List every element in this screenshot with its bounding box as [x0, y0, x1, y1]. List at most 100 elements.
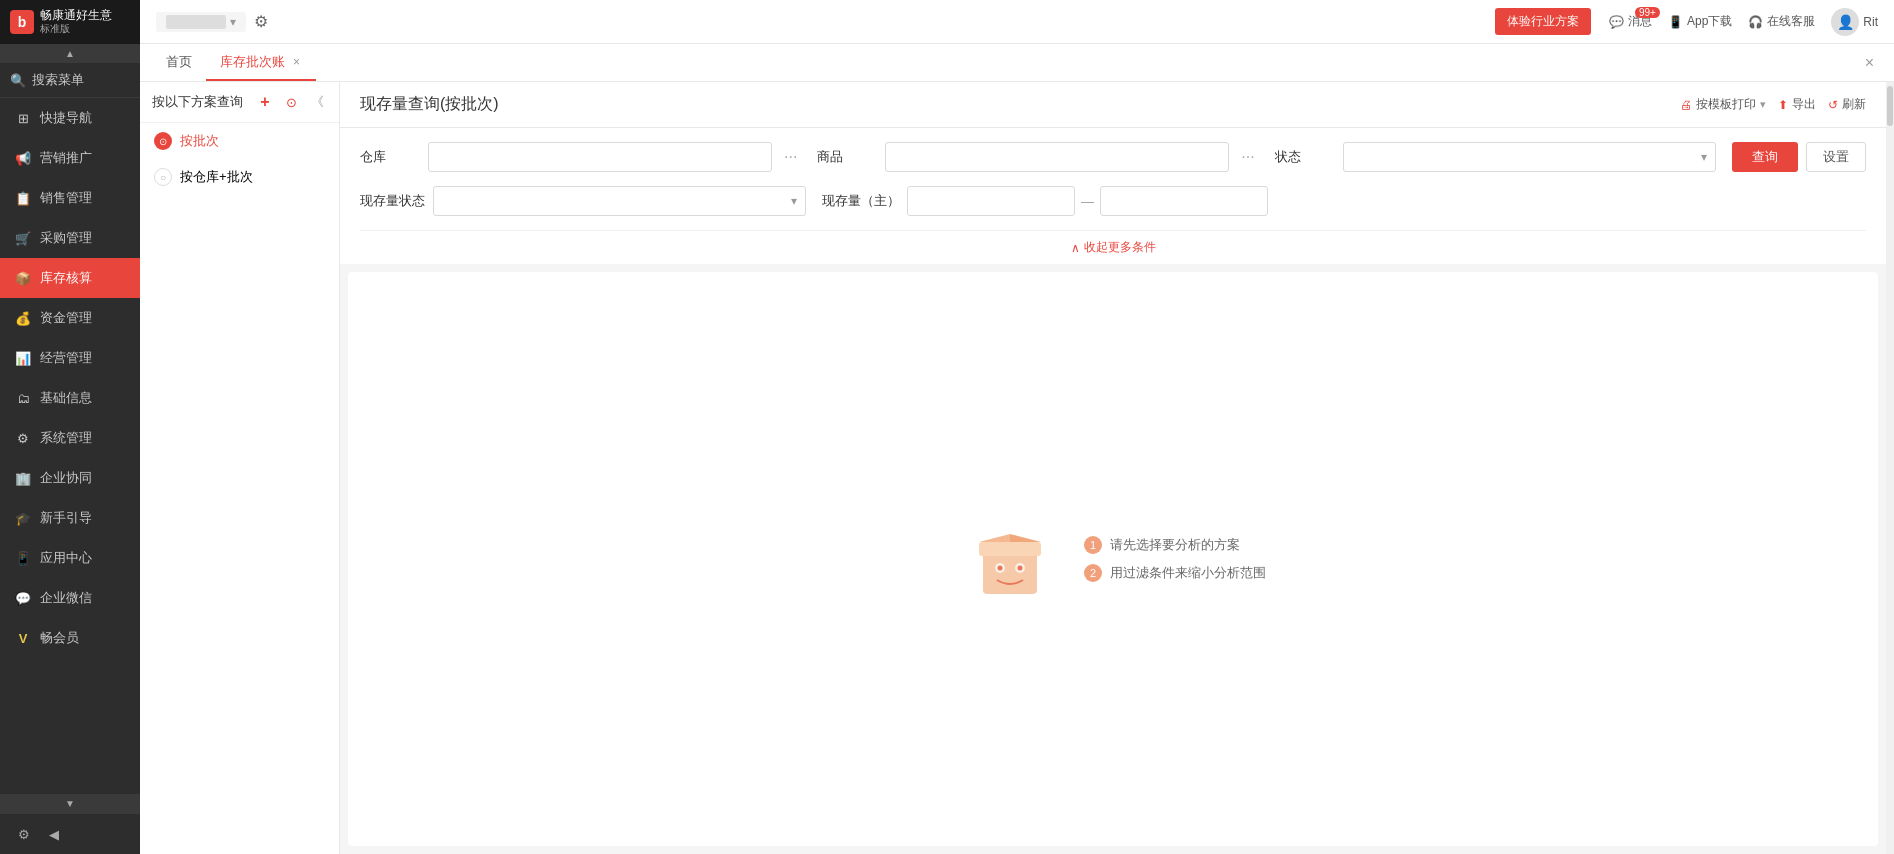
svg-marker-3 — [1010, 534, 1041, 542]
set-button[interactable]: 设置 — [1806, 142, 1866, 172]
base-icon: 🗂 — [14, 389, 32, 407]
online-service-button[interactable]: 🎧 在线客服 — [1748, 13, 1815, 30]
sidebar-item-operation[interactable]: 📊 经营管理 — [0, 338, 140, 378]
svg-point-6 — [998, 566, 1003, 571]
topbar-brand[interactable]: ▾ — [156, 12, 246, 32]
refresh-button[interactable]: ↺ 刷新 — [1828, 96, 1866, 113]
right-panel: 现存量查询(按批次) 🖨 按模板打印 ▾ ⬆ 导出 ↺ 刷新 — [340, 82, 1886, 854]
collapse-up-icon: ∧ — [1071, 241, 1080, 255]
sidebar-item-purchase[interactable]: 🛒 采购管理 — [0, 218, 140, 258]
topbar-settings-btn[interactable]: ⚙ — [254, 12, 268, 31]
right-scrollbar[interactable] — [1886, 82, 1894, 854]
page-header: 现存量查询(按批次) 🖨 按模板打印 ▾ ⬆ 导出 ↺ 刷新 — [340, 82, 1886, 128]
app-logo: b — [10, 10, 34, 34]
sidebar-item-appstore[interactable]: 📱 应用中心 — [0, 538, 140, 578]
sidebar: b 畅康通好生意 标准版 ▲ 🔍 搜索菜单 ⊞ 快捷导航 📢 营销推广 📋 销售… — [0, 0, 140, 854]
add-scheme-button[interactable]: + — [255, 92, 275, 112]
sidebar-search[interactable]: 🔍 搜索菜单 — [0, 63, 140, 98]
sidebar-item-inventory[interactable]: 📦 库存核算 — [0, 258, 140, 298]
app-download-button[interactable]: 📱 App下载 — [1668, 13, 1732, 30]
status-dropdown-icon: ▾ — [1701, 150, 1707, 164]
sidebar-item-wechat[interactable]: 💬 企业微信 — [0, 578, 140, 618]
guide-icon: 🎓 — [14, 509, 32, 527]
empty-state: 1 请先选择要分析的方案 2 用过滤条件来缩小分析范围 — [348, 272, 1878, 846]
enterprise-icon: 🏢 — [14, 469, 32, 487]
member-icon: V — [14, 629, 32, 647]
user-profile[interactable]: 👤 Rit — [1831, 8, 1878, 36]
print-dropdown-icon[interactable]: ▾ — [1760, 98, 1766, 111]
scheme-settings-button[interactable]: ⊙ — [281, 92, 301, 112]
empty-hints: 1 请先选择要分析的方案 2 用过滤条件来缩小分析范围 — [1084, 536, 1266, 582]
phone-icon: 📱 — [1668, 15, 1683, 29]
print-button[interactable]: 🖨 按模板打印 ▾ — [1680, 96, 1766, 113]
product-input[interactable] — [885, 142, 1229, 172]
gear-icon: ⊙ — [286, 95, 297, 110]
svg-marker-2 — [979, 534, 1010, 542]
scheme-item-batch[interactable]: ⊙ 按批次 — [140, 123, 339, 159]
collapse-bar[interactable]: ∧ 收起更多条件 — [360, 230, 1866, 264]
stock-qty-from[interactable] — [907, 186, 1075, 216]
close-panel-icon[interactable]: × — [1857, 54, 1882, 72]
status-filter: 状态 ▾ — [1275, 142, 1716, 172]
sidebar-item-finance[interactable]: 💰 资金管理 — [0, 298, 140, 338]
filter-actions: 查询 设置 — [1732, 142, 1866, 172]
export-button[interactable]: ⬆ 导出 — [1778, 96, 1816, 113]
sidebar-item-base[interactable]: 🗂 基础信息 — [0, 378, 140, 418]
stock-status-filter: 现存量状态 ▾ — [360, 186, 806, 216]
sidebar-item-quick-nav[interactable]: ⊞ 快捷导航 — [0, 98, 140, 138]
sidebar-scroll-up[interactable]: ▲ — [0, 44, 140, 63]
finance-icon: 💰 — [14, 309, 32, 327]
sidebar-item-member[interactable]: V 畅会员 — [0, 618, 140, 658]
avatar: 👤 — [1831, 8, 1859, 36]
stock-status-dropdown-icon: ▾ — [791, 194, 797, 208]
experience-button[interactable]: 体验行业方案 — [1495, 8, 1591, 35]
page-title: 现存量查询(按批次) — [360, 94, 499, 115]
sidebar-nav: ⊞ 快捷导航 📢 营销推广 📋 销售管理 🛒 采购管理 📦 库存核算 💰 资金管… — [0, 98, 140, 794]
topbar-actions: 💬 消息 99+ 📱 App下载 🎧 在线客服 👤 Rit — [1609, 8, 1878, 36]
product-dots[interactable]: ··· — [1237, 148, 1258, 166]
messages-button[interactable]: 💬 消息 99+ — [1609, 13, 1652, 30]
sidebar-item-marketing[interactable]: 📢 营销推广 — [0, 138, 140, 178]
app-subtitle: 标准版 — [40, 22, 112, 36]
sales-icon: 📋 — [14, 189, 32, 207]
footer-collapse-icon[interactable]: ◀ — [44, 824, 64, 844]
stock-qty-to[interactable] — [1100, 186, 1268, 216]
scroll-thumb — [1887, 86, 1893, 126]
stock-qty-label: 现存量（主） — [822, 192, 899, 210]
status-select[interactable]: ▾ — [1343, 142, 1716, 172]
appstore-icon: 📱 — [14, 549, 32, 567]
add-icon: + — [260, 93, 269, 111]
empty-illustration — [960, 509, 1060, 609]
query-button[interactable]: 查询 — [1732, 142, 1798, 172]
purchase-icon: 🛒 — [14, 229, 32, 247]
topbar: ▾ ⚙ 体验行业方案 💬 消息 99+ 📱 App下载 🎧 在线客服 👤 — [140, 0, 1894, 44]
svg-point-7 — [1018, 566, 1023, 571]
tab-inventory-batch[interactable]: 库存批次账 × — [206, 45, 316, 81]
sidebar-scroll-down[interactable]: ▼ — [0, 794, 140, 813]
collapse-panel-button[interactable]: 《 — [307, 92, 327, 112]
hint-2: 2 用过滤条件来缩小分析范围 — [1084, 564, 1266, 582]
warehouse-label: 仓库 — [360, 148, 420, 166]
topbar-brand-text — [166, 15, 226, 29]
app-title: 畅康通好生意 — [40, 8, 112, 22]
scheme-item-warehouse-batch[interactable]: ○ 按仓库+批次 — [140, 159, 339, 195]
product-label: 商品 — [817, 148, 877, 166]
sidebar-item-sales[interactable]: 📋 销售管理 — [0, 178, 140, 218]
product-filter: 商品 ··· — [817, 142, 1258, 172]
left-panel-header: 按以下方案查询 + ⊙ 《 — [140, 82, 339, 123]
tabbar: 首页 库存批次账 × × — [140, 44, 1894, 82]
stock-status-select[interactable]: ▾ — [433, 186, 806, 216]
inventory-icon: 📦 — [14, 269, 32, 287]
empty-svg — [960, 509, 1060, 609]
topbar-dropdown-icon: ▾ — [230, 15, 236, 29]
hint-num-1: 1 — [1084, 536, 1102, 554]
topbar-settings-icon: ⚙ — [254, 13, 268, 30]
warehouse-dots[interactable]: ··· — [780, 148, 801, 166]
tab-close-icon[interactable]: × — [291, 55, 302, 69]
footer-settings-icon[interactable]: ⚙ — [14, 824, 34, 844]
sidebar-item-system[interactable]: ⚙ 系统管理 — [0, 418, 140, 458]
tab-home[interactable]: 首页 — [152, 45, 206, 81]
sidebar-item-enterprise[interactable]: 🏢 企业协同 — [0, 458, 140, 498]
sidebar-item-guide[interactable]: 🎓 新手引导 — [0, 498, 140, 538]
warehouse-input[interactable] — [428, 142, 772, 172]
